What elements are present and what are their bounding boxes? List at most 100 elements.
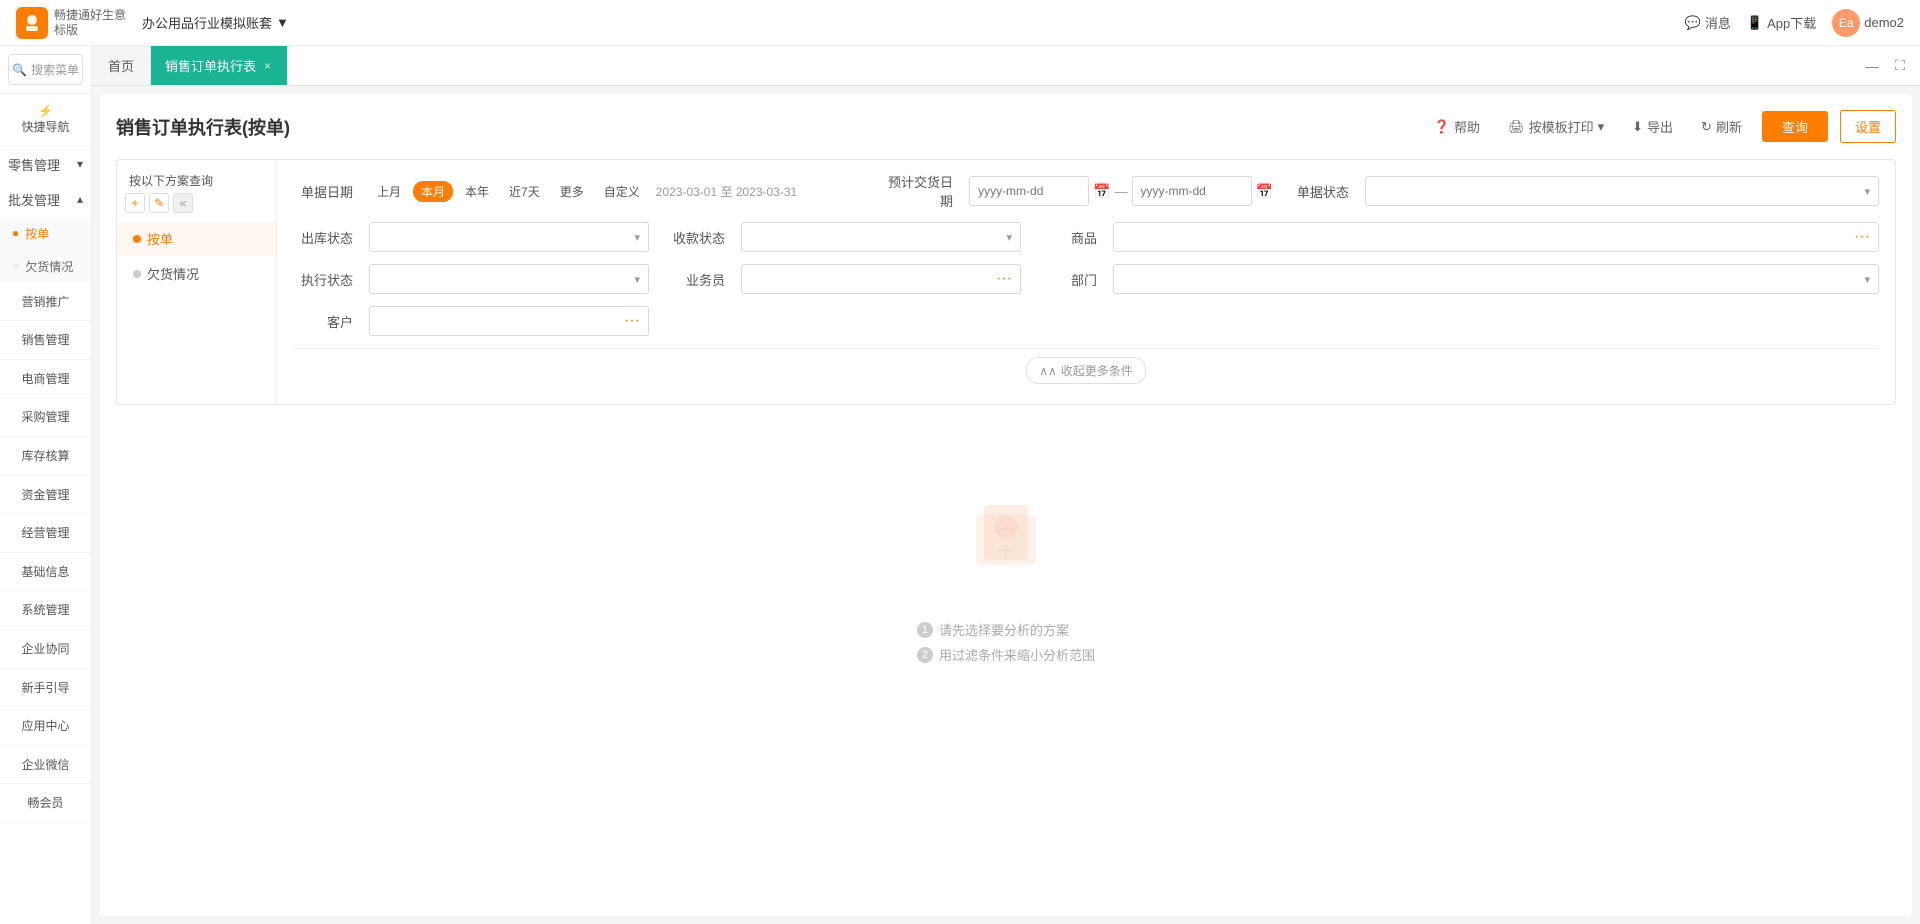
exec-status-select[interactable]: ▾: [369, 264, 649, 294]
sidebar-item-ecommerce[interactable]: 电商管理: [0, 360, 91, 399]
sidebar-item-quick-nav[interactable]: ⚡ 快捷导航: [0, 94, 91, 147]
company-selector[interactable]: 办公用品行业模拟账套 ▼: [134, 9, 297, 36]
date-tab-this-month[interactable]: 本月: [413, 181, 453, 202]
product-more-icon[interactable]: ···: [1854, 228, 1870, 246]
refresh-button[interactable]: ↻ 刷新: [1693, 113, 1750, 140]
doc-status-select[interactable]: ▾: [1365, 176, 1879, 206]
print-dropdown-icon: ▾: [1598, 119, 1605, 135]
scheme-shortage-label: 欠货情况: [147, 264, 199, 283]
scheme-active-dot: [133, 235, 141, 243]
help-button[interactable]: ❓ 帮助: [1426, 113, 1488, 140]
top-header: 畅捷通好生意 标版 办公用品行业模拟账套 ▼ 💬 消息 📱 App下载 Ea d…: [0, 0, 1920, 46]
sidebar-item-purchase[interactable]: 采购管理: [0, 398, 91, 437]
retail-arrow: ▾: [77, 157, 83, 171]
refresh-icon: ↻: [1701, 119, 1712, 135]
scheme-item-shortage[interactable]: 欠货情况: [117, 256, 276, 291]
payment-chevron: ▾: [1006, 231, 1012, 244]
filter-row-exec: 执行状态 ▾ 业务员 ··· 部门 ▾: [293, 264, 1879, 294]
home-tab-label: 首页: [108, 56, 134, 75]
doc-status-label: 单据状态: [1289, 182, 1349, 201]
end-calendar-icon[interactable]: 📅: [1256, 183, 1273, 200]
newbie-label: 新手引导: [8, 681, 83, 697]
collapse-more-button[interactable]: ∧∧ 收起更多条件: [1026, 357, 1146, 384]
retail-label: 零售管理: [8, 155, 60, 174]
customer-more-icon[interactable]: ···: [624, 312, 640, 330]
sidebar-item-app-center[interactable]: 应用中心: [0, 707, 91, 746]
sidebar-item-basic-info[interactable]: 基础信息: [0, 553, 91, 592]
subnav-order-exec[interactable]: ● 按单: [0, 217, 91, 250]
tab-maximize-button[interactable]: ⛶: [1888, 54, 1912, 78]
date-tab-more[interactable]: 更多: [552, 180, 592, 203]
sidebar-item-enterprise[interactable]: 企业协同: [0, 630, 91, 669]
app-download-action[interactable]: 📱 App下载: [1747, 13, 1816, 32]
export-button[interactable]: ⬇ 导出: [1624, 113, 1681, 140]
tab-bar: 首页 销售订单执行表 × — ⛶: [92, 46, 1920, 86]
sidebar-item-marketing[interactable]: 营销推广: [0, 283, 91, 322]
page-title: 销售订单执行表(按单): [116, 114, 290, 140]
main-body-container: 按以下方案查询 + ✎ «: [116, 159, 1896, 405]
empty-state: 1 请先选择要分析的方案 2 用过滤条件来缩小分析范围: [116, 405, 1896, 750]
tab-close-button[interactable]: ×: [262, 57, 273, 75]
subnav-shortage[interactable]: ○ 欠货情况: [0, 250, 91, 283]
scheme-item-order[interactable]: 按单: [117, 221, 276, 256]
date-range-text: 2023-03-01 至 2023-03-31: [656, 183, 797, 200]
page-content: 销售订单执行表(按单) ❓ 帮助 🖨 按模板打印 ▾ ⬇ 导出: [100, 94, 1912, 916]
help-label: 帮助: [1454, 117, 1480, 136]
finance-label: 资金管理: [8, 488, 83, 504]
print-button[interactable]: 🖨 按模板打印 ▾: [1500, 113, 1612, 140]
sidebar-item-member[interactable]: 畅会员: [0, 784, 91, 823]
page-header: 销售订单执行表(按单) ❓ 帮助 🖨 按模板打印 ▾ ⬇ 导出: [116, 110, 1896, 143]
exec-chevron: ▾: [634, 273, 640, 286]
empty-state-icon: [956, 485, 1056, 604]
salesperson-more-icon[interactable]: ···: [996, 270, 1012, 288]
date-tab-custom[interactable]: 自定义: [596, 180, 648, 203]
scheme-panel-actions-row: + ✎ «: [117, 193, 276, 221]
wechat-label: 企业微信: [8, 758, 83, 774]
date-tab-last-month[interactable]: 上月: [369, 180, 409, 203]
date-tab-7days[interactable]: 近7天: [501, 180, 548, 203]
settings-button[interactable]: 设置: [1840, 110, 1896, 143]
date-tab-this-year[interactable]: 本年: [457, 180, 497, 203]
sidebar-item-sales[interactable]: 销售管理: [0, 321, 91, 360]
estimated-date-end[interactable]: [1132, 176, 1252, 206]
scheme-edit-icon: ✎: [154, 196, 164, 210]
quick-nav-label: 快捷导航: [8, 120, 83, 136]
tip-num-1: 1: [917, 622, 933, 638]
ship-status-label: 出库状态: [293, 228, 353, 247]
tab-minimize-button[interactable]: —: [1860, 54, 1884, 78]
system-label: 系统管理: [8, 603, 83, 619]
sidebar-item-wholesale[interactable]: 批发管理 ▴: [0, 182, 91, 217]
product-select[interactable]: ···: [1113, 222, 1879, 252]
search-menu-label: 搜索菜单: [31, 61, 79, 78]
sidebar-item-newbie[interactable]: 新手引导: [0, 669, 91, 708]
sidebar-item-wechat[interactable]: 企业微信: [0, 746, 91, 785]
date-tabs: 上月 本月 本年 近7天 更多 自定义: [369, 180, 648, 203]
collapse-label: 收起更多条件: [1061, 362, 1133, 379]
sidebar-item-finance[interactable]: 资金管理: [0, 476, 91, 515]
sidebar-item-system[interactable]: 系统管理: [0, 591, 91, 630]
scheme-edit-button[interactable]: ✎: [149, 193, 169, 213]
ship-status-select[interactable]: ▾: [369, 222, 649, 252]
tab-sales-order[interactable]: 销售订单执行表 ×: [151, 46, 288, 85]
user-profile[interactable]: Ea demo2: [1832, 9, 1904, 37]
message-action[interactable]: 💬 消息: [1685, 13, 1731, 32]
dept-select[interactable]: ▾: [1113, 264, 1879, 294]
search-menu-button[interactable]: 🔍 搜索菜单: [8, 54, 83, 85]
sidebar: 🔍 搜索菜单 ⚡ 快捷导航 零售管理 ▾ 批发管理 ▴ ● 按单 ○ 欠货情况: [0, 46, 92, 924]
sidebar-item-retail[interactable]: 零售管理 ▾: [0, 147, 91, 182]
message-icon: 💬: [1685, 15, 1701, 31]
query-button[interactable]: 查询: [1762, 111, 1828, 142]
sidebar-item-operations[interactable]: 经营管理: [0, 514, 91, 553]
scheme-add-button[interactable]: +: [125, 193, 145, 213]
payment-status-select[interactable]: ▾: [741, 222, 1021, 252]
tip-num-2: 2: [917, 647, 933, 663]
start-calendar-icon[interactable]: 📅: [1093, 183, 1110, 200]
sidebar-item-inventory[interactable]: 库存核算: [0, 437, 91, 476]
salesperson-select[interactable]: ···: [741, 264, 1021, 294]
tab-home[interactable]: 首页: [92, 46, 151, 85]
help-icon: ❓: [1434, 119, 1450, 135]
customer-select[interactable]: ···: [369, 306, 649, 336]
scheme-collapse-button[interactable]: «: [173, 193, 193, 213]
estimated-date-start[interactable]: [969, 176, 1089, 206]
export-icon: ⬇: [1632, 119, 1643, 135]
